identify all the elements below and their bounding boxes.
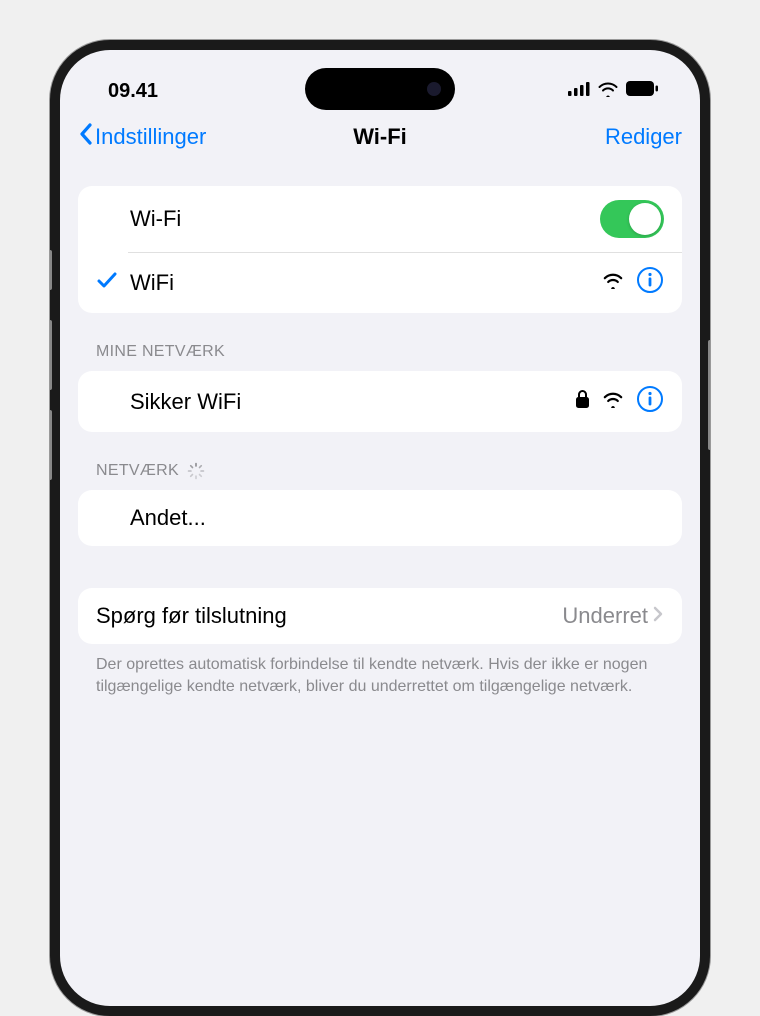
wifi-signal-icon <box>602 272 624 294</box>
wifi-icon <box>597 81 619 102</box>
battery-icon <box>626 81 658 101</box>
ask-to-join-row[interactable]: Spørg før tilslutning Underret <box>78 588 682 644</box>
my-networks-header: MINE NETVÆRK <box>78 313 682 371</box>
side-button <box>708 340 710 450</box>
spinner-icon <box>187 462 205 480</box>
wifi-signal-icon <box>602 391 624 413</box>
chevron-left-icon <box>78 122 94 152</box>
wifi-toggle[interactable] <box>600 200 664 238</box>
wifi-main-card: Wi-Fi WiFi <box>78 186 682 313</box>
lock-icon <box>575 389 590 414</box>
wifi-toggle-row: Wi-Fi <box>78 186 682 252</box>
ask-to-join-card: Spørg før tilslutning Underret <box>78 588 682 644</box>
other-network-label: Andet... <box>130 505 664 531</box>
network-name: Sikker WiFi <box>130 389 575 415</box>
networks-header: NETVÆRK <box>78 432 682 490</box>
content: Wi-Fi WiFi <box>60 166 700 697</box>
wifi-toggle-label: Wi-Fi <box>130 206 600 232</box>
connected-network-row[interactable]: WiFi <box>78 252 682 313</box>
screen: 09.41 <box>60 50 700 1006</box>
side-button <box>50 250 52 290</box>
side-button <box>50 410 52 480</box>
other-networks-card: Andet... <box>78 490 682 546</box>
status-indicators <box>568 81 658 102</box>
edit-button[interactable]: Rediger <box>605 124 682 150</box>
checkmark-icon <box>96 269 116 296</box>
status-time: 09.41 <box>108 80 158 103</box>
network-row[interactable]: Sikker WiFi <box>78 371 682 432</box>
back-label: Indstillinger <box>95 124 206 150</box>
cellular-icon <box>568 82 590 101</box>
ask-to-join-label: Spørg før tilslutning <box>96 603 562 629</box>
chevron-right-icon <box>652 605 664 628</box>
dynamic-island <box>305 68 455 110</box>
networks-header-label: NETVÆRK <box>96 462 179 480</box>
side-button <box>50 320 52 390</box>
my-networks-card: Sikker WiFi <box>78 371 682 432</box>
info-icon[interactable] <box>636 266 664 299</box>
navigation-bar: Indstillinger Wi-Fi Rediger <box>60 110 700 166</box>
info-icon[interactable] <box>636 385 664 418</box>
connected-network-name: WiFi <box>130 270 602 296</box>
back-button[interactable]: Indstillinger <box>78 122 206 152</box>
phone-frame: 09.41 <box>50 40 710 1016</box>
page-title: Wi-Fi <box>353 124 407 150</box>
toggle-knob <box>629 203 661 235</box>
other-network-row[interactable]: Andet... <box>78 490 682 546</box>
spacer <box>78 546 682 588</box>
ask-to-join-value: Underret <box>562 603 648 629</box>
ask-to-join-footer: Der oprettes automatisk forbindelse til … <box>78 644 682 697</box>
